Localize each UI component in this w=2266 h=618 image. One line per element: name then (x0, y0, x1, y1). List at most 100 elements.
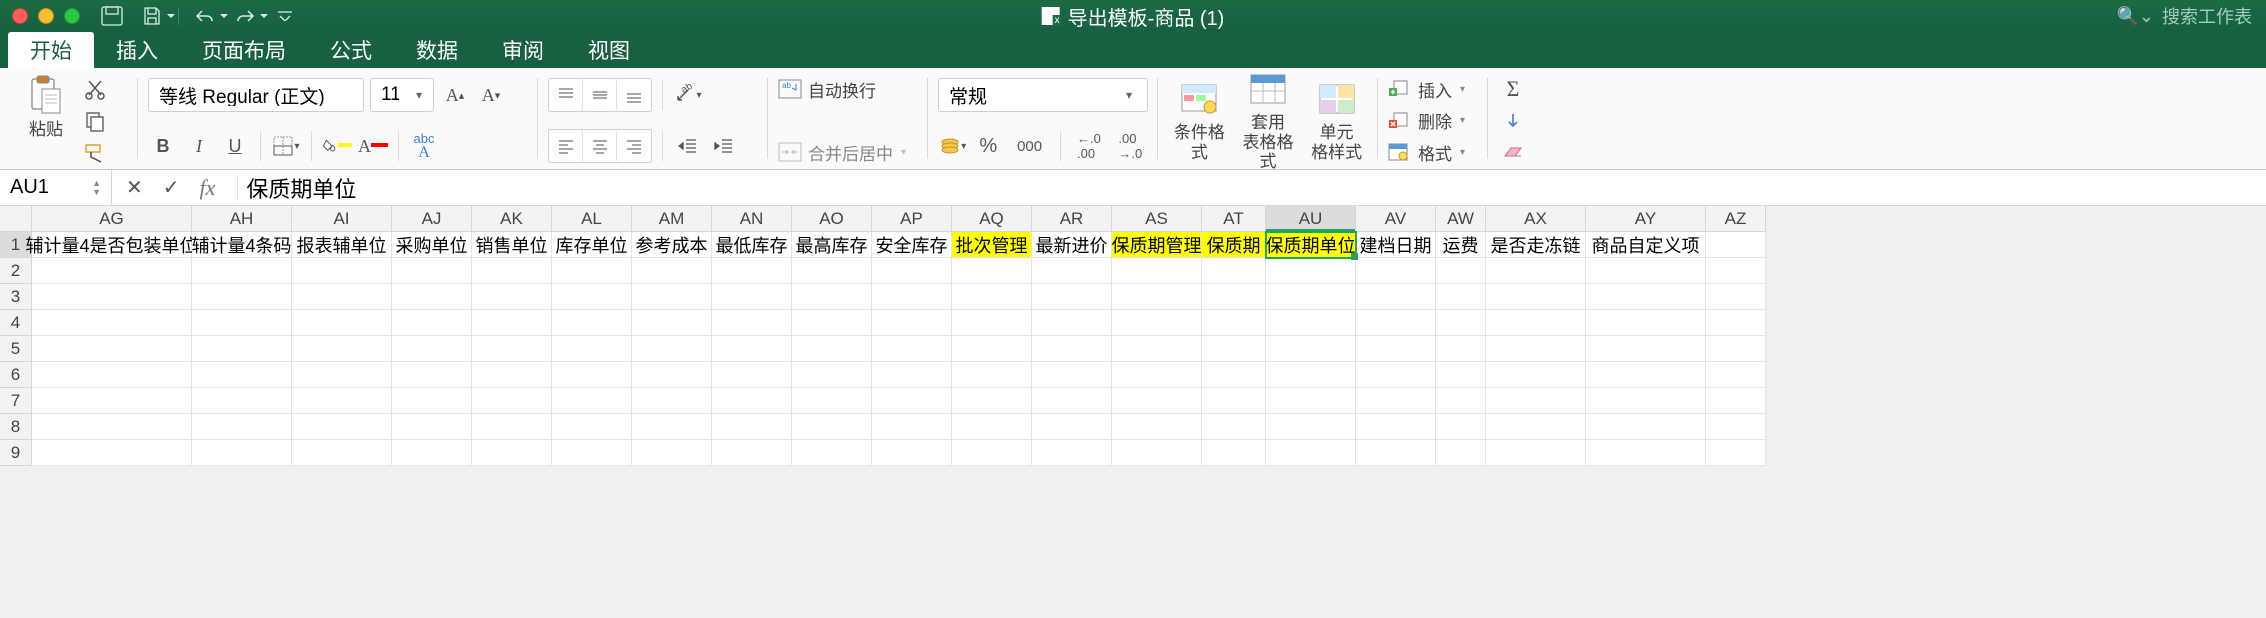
zoom-window-button[interactable] (64, 8, 80, 24)
cell-AV2[interactable] (1356, 258, 1436, 284)
cell-AQ2[interactable] (952, 258, 1032, 284)
undo-button[interactable] (191, 5, 219, 27)
cell-AO3[interactable] (792, 284, 872, 310)
save-button[interactable] (138, 5, 166, 27)
cell-AN2[interactable] (712, 258, 792, 284)
align-bottom-button[interactable] (617, 79, 651, 111)
cell-AG1[interactable]: 辅计量4是否包装单位 (32, 232, 192, 258)
name-box[interactable]: AU1 ▲▼ (0, 170, 112, 205)
cell-AQ5[interactable] (952, 336, 1032, 362)
cell-AH6[interactable] (192, 362, 292, 388)
cell-AR7[interactable] (1032, 388, 1112, 414)
cell-AX6[interactable] (1486, 362, 1586, 388)
cell-AI2[interactable] (292, 258, 392, 284)
column-header-AX[interactable]: AX (1486, 206, 1586, 232)
cell-AP1[interactable]: 安全库存 (872, 232, 952, 258)
cell-AV6[interactable] (1356, 362, 1436, 388)
cell-AR5[interactable] (1032, 336, 1112, 362)
cell-AY4[interactable] (1586, 310, 1706, 336)
cell-AL8[interactable] (552, 414, 632, 440)
comma-button[interactable]: 000 (1009, 131, 1050, 161)
cell-AT4[interactable] (1202, 310, 1266, 336)
cell-AW5[interactable] (1436, 336, 1486, 362)
align-left-button[interactable] (549, 130, 583, 162)
cell-AP5[interactable] (872, 336, 952, 362)
cell-AZ4[interactable] (1706, 310, 1766, 336)
tab-view[interactable]: 视图 (566, 32, 652, 68)
customize-qat-button[interactable] (271, 5, 299, 27)
cell-AT7[interactable] (1202, 388, 1266, 414)
column-header-AV[interactable]: AV (1356, 206, 1436, 232)
cell-AL1[interactable]: 库存单位 (552, 232, 632, 258)
cell-AN1[interactable]: 最低库存 (712, 232, 792, 258)
cell-AS4[interactable] (1112, 310, 1202, 336)
cell-AP3[interactable] (872, 284, 952, 310)
cell-AJ1[interactable]: 采购单位 (392, 232, 472, 258)
cell-AS2[interactable] (1112, 258, 1202, 284)
cell-AW6[interactable] (1436, 362, 1486, 388)
cell-AK3[interactable] (472, 284, 552, 310)
cell-AJ8[interactable] (392, 414, 472, 440)
wrap-text-button[interactable]: ab 自动换行 (778, 74, 918, 104)
cell-AY6[interactable] (1586, 362, 1706, 388)
cell-AG4[interactable] (32, 310, 192, 336)
cell-AG2[interactable] (32, 258, 192, 284)
cell-AL4[interactable] (552, 310, 632, 336)
cell-AX9[interactable] (1486, 440, 1586, 466)
row-header-3[interactable]: 3 (0, 284, 32, 310)
cell-AM7[interactable] (632, 388, 712, 414)
cell-AN4[interactable] (712, 310, 792, 336)
cell-AI3[interactable] (292, 284, 392, 310)
cell-AU2[interactable] (1266, 258, 1356, 284)
column-header-AK[interactable]: AK (472, 206, 552, 232)
cell-AT2[interactable] (1202, 258, 1266, 284)
cell-AM4[interactable] (632, 310, 712, 336)
row-header-8[interactable]: 8 (0, 414, 32, 440)
accounting-button[interactable]: ▾ (938, 131, 967, 161)
close-window-button[interactable] (12, 8, 28, 24)
align-middle-button[interactable] (583, 79, 617, 111)
cell-AY1[interactable]: 商品自定义项 (1586, 232, 1706, 258)
cell-AP8[interactable] (872, 414, 952, 440)
cell-AK9[interactable] (472, 440, 552, 466)
cell-AZ5[interactable] (1706, 336, 1766, 362)
column-header-AO[interactable]: AO (792, 206, 872, 232)
cell-AN8[interactable] (712, 414, 792, 440)
cell-AH9[interactable] (192, 440, 292, 466)
format-painter-button[interactable] (80, 138, 110, 168)
cell-AN5[interactable] (712, 336, 792, 362)
cell-AO2[interactable] (792, 258, 872, 284)
cell-AZ9[interactable] (1706, 440, 1766, 466)
column-header-AP[interactable]: AP (872, 206, 952, 232)
cell-AW9[interactable] (1436, 440, 1486, 466)
borders-button[interactable]: ▾ (271, 131, 301, 161)
cell-AO8[interactable] (792, 414, 872, 440)
cell-AZ1[interactable] (1706, 232, 1766, 258)
cell-AJ4[interactable] (392, 310, 472, 336)
orientation-button[interactable]: ab▾ (673, 80, 703, 110)
cell-AL3[interactable] (552, 284, 632, 310)
cell-AR9[interactable] (1032, 440, 1112, 466)
cell-AJ9[interactable] (392, 440, 472, 466)
align-top-button[interactable] (549, 79, 583, 111)
grow-font-button[interactable]: A▴ (440, 80, 470, 110)
cell-AT8[interactable] (1202, 414, 1266, 440)
tab-data[interactable]: 数据 (394, 32, 480, 68)
cell-AM2[interactable] (632, 258, 712, 284)
fx-icon[interactable]: fx (200, 175, 216, 201)
column-header-AG[interactable]: AG (32, 206, 192, 232)
cell-AL9[interactable] (552, 440, 632, 466)
tab-home[interactable]: 开始 (8, 32, 94, 68)
font-color-button[interactable]: A (358, 131, 388, 161)
column-header-AW[interactable]: AW (1436, 206, 1486, 232)
cell-AY5[interactable] (1586, 336, 1706, 362)
cell-AX3[interactable] (1486, 284, 1586, 310)
cell-AT3[interactable] (1202, 284, 1266, 310)
name-box-spinner[interactable]: ▲▼ (92, 179, 101, 197)
cell-AH3[interactable] (192, 284, 292, 310)
cell-AM5[interactable] (632, 336, 712, 362)
copy-button[interactable] (80, 106, 110, 136)
cell-AT1[interactable]: 保质期 (1202, 232, 1266, 258)
search-box[interactable]: 🔍⌄ 搜索工作表 (2117, 3, 2253, 29)
cell-AI8[interactable] (292, 414, 392, 440)
